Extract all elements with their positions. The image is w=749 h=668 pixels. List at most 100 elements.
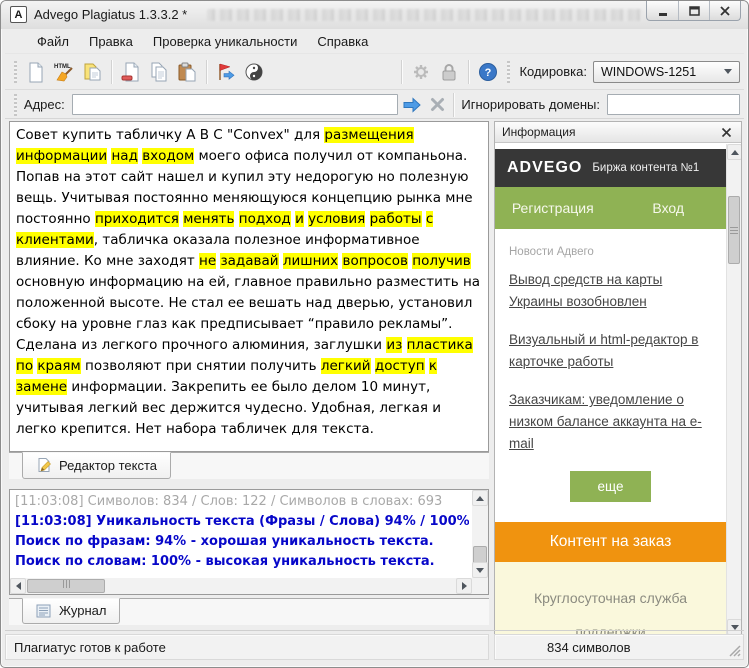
svg-text:HTML: HTML [54,64,71,70]
copy-icon [151,62,167,81]
info-panel-header: Информация [495,122,741,143]
log-line: Поиск по словам: 100% - высокая уникальн… [15,554,435,569]
lock-icon [442,63,456,80]
clean-html-button[interactable]: HTML [50,58,78,86]
scroll-left-button[interactable] [10,578,26,594]
highlighted-text-segment: доступ [374,358,425,374]
page-minus-button[interactable] [117,58,145,86]
maximize-button[interactable] [678,1,709,20]
paste-icon [178,62,196,81]
close-icon [720,5,730,16]
lock-button[interactable] [435,58,463,86]
highlighted-text-segment: краям [37,358,81,374]
highlighted-text-segment: приходится [94,211,179,227]
news-link[interactable]: Вывод средств на карты Украины возобновл… [509,269,712,313]
news-link[interactable]: Визуальный и html-редактор в карточке ра… [509,329,712,373]
highlighted-text-segment: входом [142,148,195,164]
censored-text [207,9,643,21]
menu-edit[interactable]: Правка [79,31,143,52]
documents-stack-button[interactable] [78,58,106,86]
log-horizontal-scrollbar[interactable] [10,578,472,594]
highlighted-text-segment: информации [16,148,108,164]
text-segment: позволяют при снятии получить [80,358,321,374]
copy-button[interactable] [145,58,173,86]
log-vertical-scrollbar[interactable] [472,490,488,578]
text-editor[interactable]: Совет купить табличку А В С "Convex" для… [9,121,489,452]
scrollbar-thumb[interactable] [27,579,105,593]
panel-vertical-scrollbar[interactable] [726,144,741,635]
tab-text-editor[interactable]: Редактор текста [22,452,171,479]
scroll-up-button[interactable] [727,144,741,160]
toolbar-separator [111,59,112,84]
highlighted-text-segment: работы [369,211,422,227]
ignore-domains-label: Игнорировать домены: [461,97,600,112]
settings-button[interactable] [407,58,435,86]
window-title: Advego Plagiatus 1.3.3.2 * [34,7,188,22]
clear-x-icon [431,98,445,111]
settings-gear-icon [414,64,429,79]
minimize-button[interactable] [647,1,678,20]
scroll-right-button[interactable] [456,578,472,594]
panel-close-button[interactable] [718,124,734,140]
paste-button[interactable] [173,58,201,86]
highlighted-text-segment: задавай [220,253,279,269]
resize-grip[interactable] [729,645,741,657]
advego-tagline: Биржа контента №1 [592,162,700,174]
tab-label: Журнал [59,603,107,618]
highlighted-text-segment: и [295,211,304,227]
go-button[interactable] [402,94,423,116]
highlighted-text-segment: условия [308,211,366,227]
news-link[interactable]: Заказчикам: уведомление о низком балансе… [509,389,712,455]
advego-webview: ADVEGO Биржа контента №1 Регистрация Вхо… [495,144,741,635]
check-uniqueness-flag-icon [219,63,235,80]
scrollbar-corner [472,578,488,594]
highlighted-text-segment: по [16,358,34,374]
encoding-select[interactable]: WINDOWS-1251 [593,60,740,83]
highlighted-text-segment: менять [183,211,235,227]
clean-html-icon: HTML [54,64,73,81]
more-news-button[interactable]: еще [569,471,652,502]
new-document-button[interactable] [22,58,50,86]
address-bar: Адрес: Игнорировать домены: [5,91,744,119]
tab-label: Редактор текста [59,457,157,473]
title-bar: A Advego Plagiatus 1.3.3.2 * [1,1,748,29]
web-nav: Регистрация Вход [495,187,726,229]
arrow-down-icon [730,624,739,630]
toolbar-separator [468,59,470,84]
menu-file[interactable]: Файл [27,31,79,52]
scrollbar-thumb[interactable] [728,196,740,264]
highlighted-text-segment: подход [238,211,291,227]
check-uniqueness-button[interactable] [212,58,240,86]
help-button[interactable]: ? [474,58,502,86]
char-count: 834 символов [547,639,631,655]
close-button[interactable] [709,1,740,20]
ignore-domains-input[interactable] [607,94,740,115]
content-order-banner[interactable]: Контент на заказ [495,522,726,562]
log-line: [11:03:08] Уникальность текста (Фразы / … [15,514,469,529]
yin-yang-icon [245,63,263,80]
menu-check-uniqueness[interactable]: Проверка уникальности [143,31,307,52]
text-segment [365,211,369,227]
highlighted-text-segment: с [425,211,434,227]
tab-journal[interactable]: Журнал [22,598,121,624]
nav-login-link[interactable]: Вход [611,187,727,229]
window-controls [646,1,741,21]
web-content: ADVEGO Биржа контента №1 Регистрация Вхо… [495,144,726,635]
clear-address-button[interactable] [427,94,448,116]
arrow-right-icon [461,582,467,590]
close-icon [721,127,731,137]
toolbar-gripper [507,60,511,83]
minimize-icon [658,12,667,16]
support-text: Круглосуточная служба поддержки [533,590,688,635]
pencil-document-icon [38,458,51,472]
chevron-down-icon [724,69,732,74]
nav-registration-link[interactable]: Регистрация [495,187,611,229]
highlighted-text-segment: клиентами [16,232,94,248]
scroll-up-button[interactable] [472,490,488,506]
deep-check-button[interactable] [240,58,268,86]
support-block: Круглосуточная служба поддержки [495,562,726,635]
scroll-down-button[interactable] [472,562,488,578]
address-input[interactable] [71,94,398,115]
menu-help[interactable]: Справка [307,31,378,52]
arrow-up-icon [730,149,739,155]
